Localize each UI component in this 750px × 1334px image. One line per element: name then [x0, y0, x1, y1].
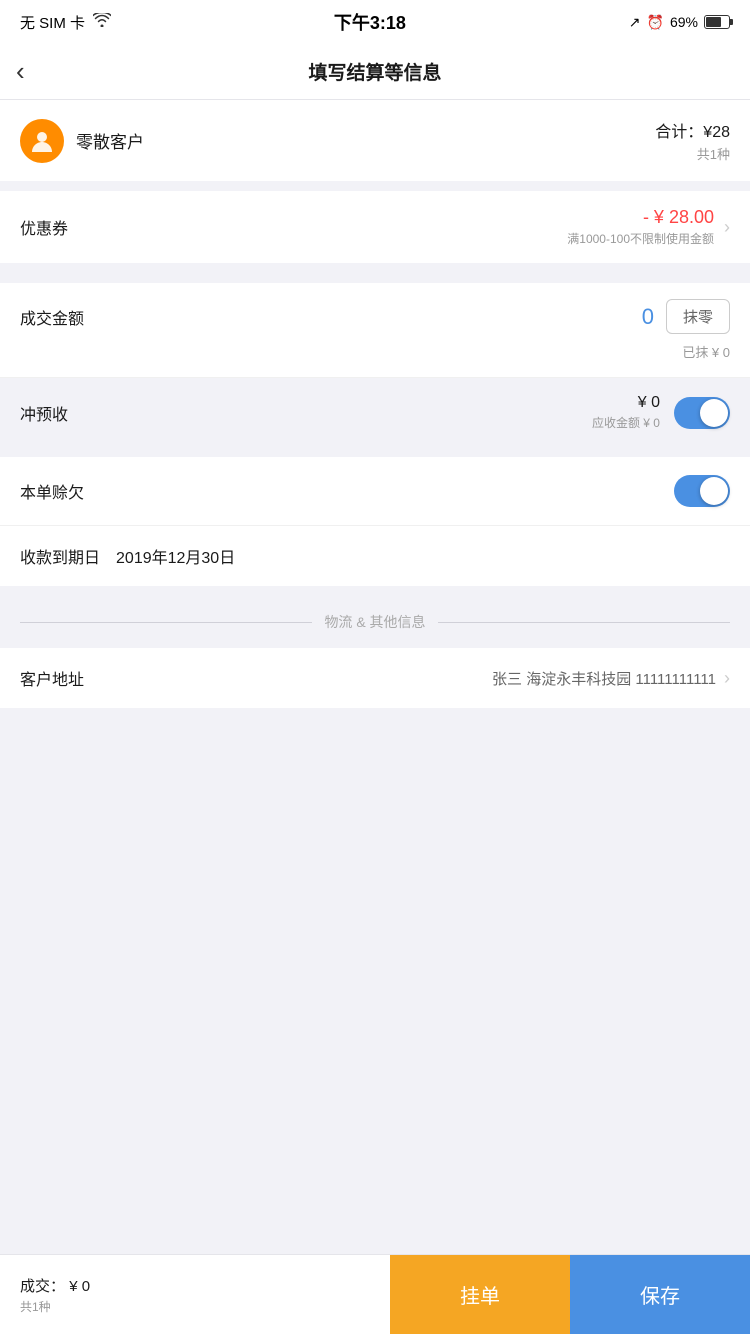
customer-right: 合计：¥28 共1种	[655, 118, 730, 163]
bottom-deal-amount: ¥ 0	[69, 1278, 90, 1295]
divider-1	[0, 273, 750, 283]
round-zero-button[interactable]: 抹零	[666, 299, 730, 334]
back-button[interactable]: ‹	[16, 56, 25, 87]
customer-count: 共1种	[655, 144, 730, 163]
status-bar: 无 SIM 卡 下午3:18 ↗ ⏰ 69%	[0, 0, 750, 44]
amount-section: 成交金额 0 抹零 已抹 ¥ 0	[0, 283, 750, 377]
amount-label: 成交金额	[20, 305, 84, 329]
customer-left: 零散客户	[20, 119, 144, 163]
coupon-row[interactable]: 优惠券 - ¥ 28.00 满1000-100不限制使用金额 ›	[0, 191, 750, 263]
coupon-right: - ¥ 28.00 满1000-100不限制使用金额 ›	[100, 207, 730, 247]
coupon-desc: 满1000-100不限制使用金额	[567, 230, 714, 247]
status-right: ↗ ⏰ 69%	[629, 14, 730, 31]
customer-total: 合计：¥28	[655, 118, 730, 142]
precollect-row: 冲预收 ¥ 0 应收金额 ¥ 0	[0, 377, 750, 447]
address-chevron-icon: ›	[724, 668, 730, 689]
precollect-right: ¥ 0 应收金额 ¥ 0	[592, 394, 730, 431]
coupon-discount: - ¥ 28.00	[567, 207, 714, 228]
address-value: 张三 海淀永丰科技园 11111111111	[100, 668, 716, 689]
amount-row: 成交金额 0 抹零	[20, 299, 730, 334]
amount-sub: 已抹 ¥ 0	[20, 342, 730, 361]
debt-label: 本单赊欠	[20, 479, 84, 503]
bottom-bar: 成交： ¥ 0 共1种 挂单 保存	[0, 1254, 750, 1334]
page-title: 填写结算等信息	[308, 58, 441, 85]
bottom-deal-label: 成交：	[20, 1278, 65, 1295]
due-date-label: 收款到期日	[20, 544, 100, 568]
bottom-deal: 成交： ¥ 0	[20, 1275, 370, 1296]
debt-section: 本单赊欠	[0, 457, 750, 525]
divider-3	[0, 586, 750, 596]
amount-value: 0	[642, 304, 654, 330]
bottom-count: 共1种	[20, 1298, 370, 1315]
toggle-knob	[700, 399, 728, 427]
status-left: 无 SIM 卡	[20, 12, 111, 33]
customer-avatar	[20, 119, 64, 163]
location-icon: ↗	[629, 14, 641, 31]
coupon-chevron-icon: ›	[724, 217, 730, 238]
main-content: 零散客户 合计：¥28 共1种 优惠券 - ¥ 28.00 满1000-100不…	[0, 100, 750, 818]
address-section[interactable]: 客户地址 张三 海淀永丰科技园 11111111111 ›	[0, 648, 750, 708]
precollect-amount: ¥ 0	[592, 394, 660, 412]
bottom-info: 成交： ¥ 0 共1种	[0, 1275, 390, 1315]
battery-icon	[704, 15, 730, 29]
status-time: 下午3:18	[334, 9, 406, 35]
address-label: 客户地址	[20, 666, 100, 690]
battery-percent: 69%	[670, 14, 698, 30]
nav-bar: ‹ 填写结算等信息	[0, 44, 750, 100]
precollect-val: ¥ 0 应收金额 ¥ 0	[592, 394, 660, 431]
due-date-row: 收款到期日 2019年12月30日	[20, 544, 730, 568]
customer-row: 零散客户 合计：¥28 共1种	[0, 100, 750, 181]
logistics-title: 物流 & 其他信息	[312, 612, 437, 632]
due-date-section: 收款到期日 2019年12月30日	[0, 525, 750, 586]
coupon-value: - ¥ 28.00 满1000-100不限制使用金额	[567, 207, 714, 247]
coupon-label: 优惠券	[20, 215, 100, 239]
precollect-toggle[interactable]	[674, 397, 730, 429]
due-date-value: 2019年12月30日	[116, 544, 235, 568]
carrier-label: 无 SIM 卡	[20, 12, 85, 33]
customer-name: 零散客户	[76, 128, 144, 153]
customer-card: 零散客户 合计：¥28 共1种	[0, 100, 750, 181]
alarm-icon: ⏰	[647, 14, 664, 31]
coupon-card[interactable]: 优惠券 - ¥ 28.00 满1000-100不限制使用金额 ›	[0, 191, 750, 263]
debt-toggle[interactable]	[674, 475, 730, 507]
save-button[interactable]: 保存	[570, 1255, 750, 1334]
divider-2	[0, 447, 750, 457]
precollect-sub: 应收金额 ¥ 0	[592, 414, 660, 431]
logistics-header: 物流 & 其他信息	[0, 596, 750, 648]
precollect-label: 冲预收	[20, 401, 68, 425]
amount-right: 0 抹零	[642, 299, 730, 334]
divider-4	[0, 708, 750, 718]
debt-toggle-knob	[700, 477, 728, 505]
pending-button[interactable]: 挂单	[390, 1255, 570, 1334]
wifi-icon	[93, 13, 111, 31]
